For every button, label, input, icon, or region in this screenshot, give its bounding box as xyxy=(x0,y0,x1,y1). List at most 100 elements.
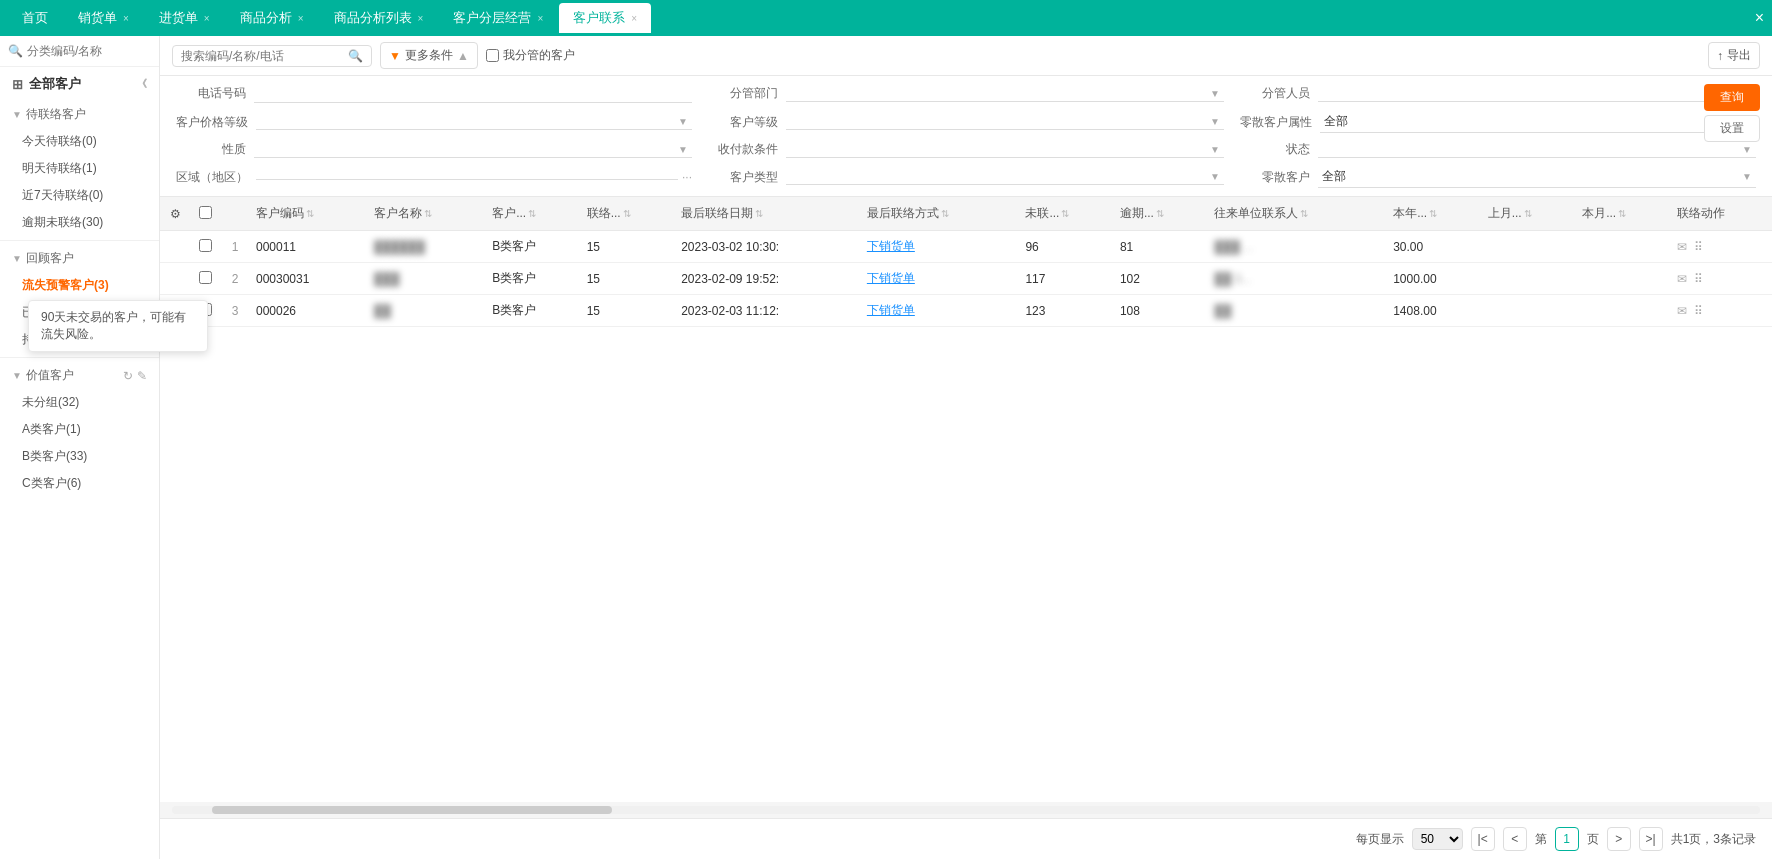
col-this-year[interactable]: 本年...⇅ xyxy=(1387,197,1481,231)
tab-customer-tier-close[interactable]: × xyxy=(537,13,543,24)
my-customers-checkbox[interactable]: 我分管的客户 xyxy=(486,47,575,64)
row-more-icon-1[interactable]: ⠿ xyxy=(1694,272,1703,286)
sidebar-item-class-b[interactable]: B类客户(33) xyxy=(0,443,159,470)
sidebar: 🔍 ⊞ 全部客户 《 ▼ 待联络客户 今天待联络(0) 明天待联络(1) 近7天… xyxy=(0,36,160,859)
filter-customer-type-select[interactable]: ▼ xyxy=(786,169,1224,185)
toolbar-search-icon[interactable]: 🔍 xyxy=(348,49,363,63)
col-this-month[interactable]: 本月...⇅ xyxy=(1576,197,1670,231)
col-this-year-sort: ⇅ xyxy=(1429,208,1437,219)
sidebar-all-customers[interactable]: ⊞ 全部客户 《 xyxy=(0,67,159,101)
sidebar-group-review-title[interactable]: ▼ 回顾客户 xyxy=(0,245,159,272)
filter-row-2: 客户价格等级 ▼ 客户等级 ▼ 零散客户属性 全部 xyxy=(176,111,1756,133)
tab-customer-tier[interactable]: 客户分层经营 × xyxy=(439,3,557,33)
sidebar-item-7days[interactable]: 近7天待联络(0) xyxy=(0,182,159,209)
sidebar-group-value-title[interactable]: ▼ 价值客户 ↻ ✎ xyxy=(0,362,159,389)
tab-analysis-list[interactable]: 商品分析列表 × xyxy=(320,3,438,33)
horizontal-scrollbar[interactable] xyxy=(172,806,1760,814)
filter-status-select[interactable]: ▼ xyxy=(1318,142,1756,158)
tab-home[interactable]: 首页 xyxy=(8,3,62,33)
col-last-month[interactable]: 上月...⇅ xyxy=(1482,197,1576,231)
value-edit-icon[interactable]: ✎ xyxy=(137,369,147,383)
scrollbar-thumb[interactable] xyxy=(212,806,612,814)
filter-label: 更多条件 xyxy=(405,47,453,64)
col-checkbox[interactable] xyxy=(190,197,220,231)
select-all-checkbox[interactable] xyxy=(199,206,212,219)
col-name[interactable]: 客户名称⇅ xyxy=(368,197,486,231)
export-button[interactable]: ↑ 导出 xyxy=(1708,42,1760,69)
close-all-button[interactable]: × xyxy=(1755,9,1764,27)
search-input[interactable] xyxy=(181,49,344,63)
row-last-method-0[interactable]: 下销货单 xyxy=(861,231,1020,263)
tooltip-churn-warning: 90天未交易的客户，可能有流失风险。 xyxy=(28,300,160,352)
tab-analysis-list-close[interactable]: × xyxy=(418,13,424,24)
filter-price-tier-label: 客户价格等级 xyxy=(176,114,248,131)
col-settings[interactable]: ⚙ xyxy=(160,197,190,231)
filter-button[interactable]: ▼ 更多条件 ▲ xyxy=(380,42,478,69)
row-name-2: ██ xyxy=(368,295,486,327)
sidebar-item-ungrouped[interactable]: 未分组(32) xyxy=(0,389,159,416)
row-contact-icon-1[interactable]: ✉ xyxy=(1677,272,1687,286)
settings-button[interactable]: 设置 xyxy=(1704,115,1760,142)
tab-analysis[interactable]: 商品分析 × xyxy=(226,3,318,33)
row-more-icon-0[interactable]: ⠿ xyxy=(1694,240,1703,254)
row-checkbox-0[interactable] xyxy=(190,231,220,263)
col-code[interactable]: 客户编码⇅ xyxy=(250,197,368,231)
row-checkbox-1[interactable] xyxy=(190,263,220,295)
filter-manager-select[interactable]: ▼ xyxy=(1318,86,1742,102)
tab-sales[interactable]: 销货单 × xyxy=(64,3,143,33)
sidebar-group-pending-title[interactable]: ▼ 待联络客户 xyxy=(0,101,159,128)
tab-analysis-close[interactable]: × xyxy=(298,13,304,24)
tab-sales-close[interactable]: × xyxy=(123,13,129,24)
sidebar-item-overdue[interactable]: 逾期未联络(30) xyxy=(0,209,159,236)
filter-dept-arrow: ▼ xyxy=(1210,88,1220,99)
row-contact-icon-2[interactable]: ✉ xyxy=(1677,304,1687,318)
query-button[interactable]: 查询 xyxy=(1704,84,1760,111)
value-refresh-icon[interactable]: ↻ xyxy=(123,369,133,383)
row-last-method-1[interactable]: 下销货单 xyxy=(861,263,1020,295)
table-row: 3 000026 ██ B类客户 15 2023-02-03 11:12: 下销… xyxy=(160,295,1772,327)
filter-customer-tier-select[interactable]: ▼ xyxy=(786,114,1224,130)
tab-purchase-close[interactable]: × xyxy=(204,13,210,24)
filter-region-select[interactable] xyxy=(256,175,678,180)
col-type[interactable]: 客户...⇅ xyxy=(486,197,580,231)
row-contacts-0: 15 xyxy=(581,231,675,263)
sidebar-item-class-c[interactable]: C类客户(6) xyxy=(0,470,159,497)
filter-phone-input[interactable] xyxy=(254,84,692,103)
page-prev-button[interactable]: < xyxy=(1503,827,1527,851)
col-seq xyxy=(220,197,250,231)
filter-nature-select[interactable]: ▼ xyxy=(254,142,692,158)
col-unit-contacts[interactable]: 往来单位联系人⇅ xyxy=(1208,197,1387,231)
filter-region-dots[interactable]: ··· xyxy=(682,170,692,184)
col-overdue[interactable]: 逾期...⇅ xyxy=(1114,197,1208,231)
page-next-button[interactable]: > xyxy=(1607,827,1631,851)
row-last-method-2[interactable]: 下销货单 xyxy=(861,295,1020,327)
row-contact-icon-0[interactable]: ✉ xyxy=(1677,240,1687,254)
filter-retail-select[interactable]: 全部 ▼ xyxy=(1318,166,1756,188)
filter-dept-select[interactable]: ▼ xyxy=(786,86,1224,102)
row-settings-1 xyxy=(160,263,190,295)
sidebar-item-tomorrow[interactable]: 明天待联络(1) xyxy=(0,155,159,182)
col-contacts[interactable]: 联络...⇅ xyxy=(581,197,675,231)
col-last-date[interactable]: 最后联络日期⇅ xyxy=(675,197,861,231)
filter-price-tier-select[interactable]: ▼ xyxy=(256,114,692,130)
sidebar-item-churn-warning[interactable]: 流失预警客户(3) xyxy=(0,272,159,299)
col-uncontacted[interactable]: 未联...⇅ xyxy=(1019,197,1113,231)
page-last-button[interactable]: >| xyxy=(1639,827,1663,851)
my-customers-check[interactable] xyxy=(486,49,499,62)
per-page-select[interactable]: 50 100 xyxy=(1412,828,1463,850)
filter-payment-select[interactable]: ▼ xyxy=(786,142,1224,158)
tab-customer-contact-close[interactable]: × xyxy=(631,13,637,24)
sidebar-item-today[interactable]: 今天待联络(0) xyxy=(0,128,159,155)
filter-retail-attr-select[interactable]: 全部 ▼ xyxy=(1320,111,1756,133)
row-more-icon-2[interactable]: ⠿ xyxy=(1694,304,1703,318)
row-uncontacted-0: 96 xyxy=(1019,231,1113,263)
sidebar-item-class-a[interactable]: A类客户(1) xyxy=(0,416,159,443)
filter-retail-attr-label: 零散客户属性 xyxy=(1240,114,1312,131)
col-last-month-label: 上月... xyxy=(1488,206,1522,220)
sidebar-search-input[interactable] xyxy=(27,44,160,58)
total-label: 页 xyxy=(1587,831,1599,848)
tab-purchase[interactable]: 进货单 × xyxy=(145,3,224,33)
col-last-method[interactable]: 最后联络方式⇅ xyxy=(861,197,1020,231)
page-first-button[interactable]: |< xyxy=(1471,827,1495,851)
tab-customer-contact[interactable]: 客户联系 × xyxy=(559,3,651,33)
